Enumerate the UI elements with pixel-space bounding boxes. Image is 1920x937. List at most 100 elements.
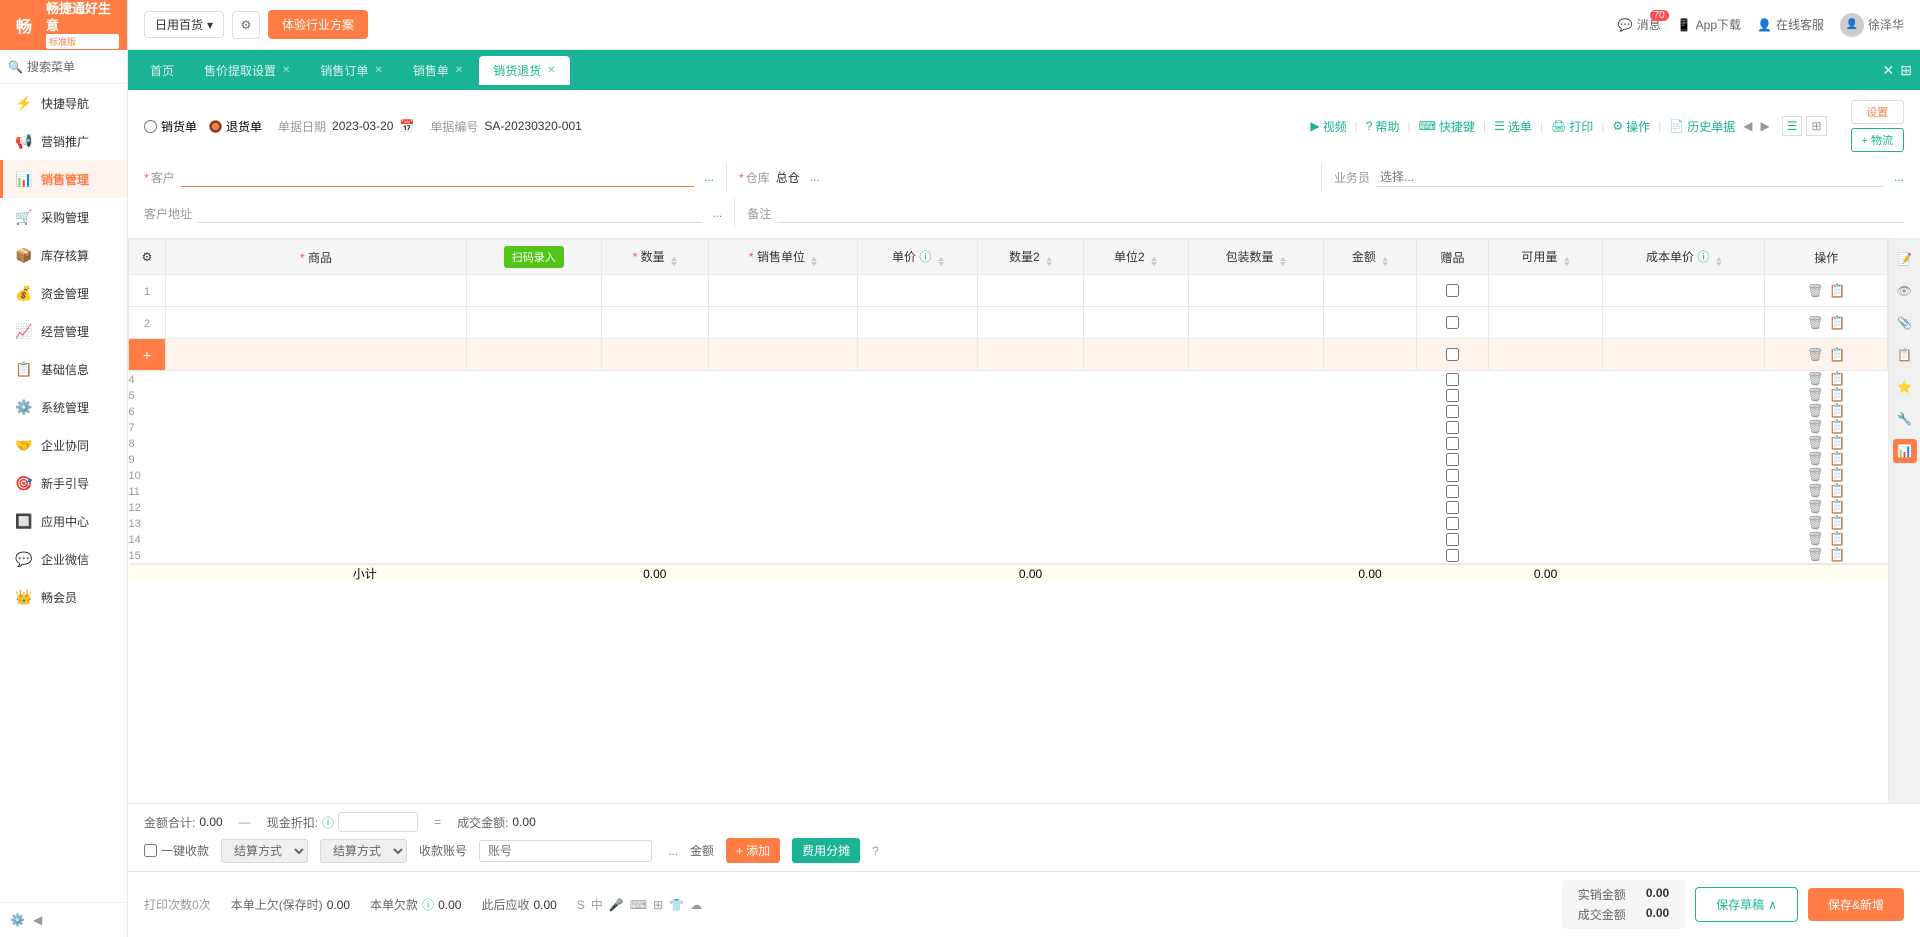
unit-price-sort[interactable]	[938, 257, 944, 266]
right-icon-4[interactable]: 📋	[1893, 343, 1917, 367]
unit2-cell[interactable]	[1083, 403, 1188, 419]
sales-unit-cell[interactable]	[708, 435, 857, 451]
copy-icon[interactable]: 📋	[1829, 387, 1845, 403]
copy-icon[interactable]: 📋	[1829, 347, 1845, 363]
warehouse-dots[interactable]: ...	[810, 170, 820, 184]
sales-unit-cell[interactable]	[708, 307, 857, 339]
add-button[interactable]: + 添加	[726, 838, 780, 863]
copy-icon[interactable]: 📋	[1829, 315, 1845, 331]
history-action[interactable]: 📄 历史单据	[1669, 118, 1735, 135]
delete-icon[interactable]: 🗑	[1807, 347, 1824, 363]
unit2-cell[interactable]	[1083, 547, 1188, 564]
pkg-qty-cell[interactable]	[1188, 531, 1323, 547]
salesperson-dots[interactable]: ...	[1894, 170, 1904, 184]
delete-icon[interactable]: 🗑	[1807, 467, 1824, 483]
view-mode-list[interactable]: ☰	[1782, 116, 1803, 136]
gift-cell[interactable]	[1417, 547, 1489, 564]
amount-cell[interactable]	[1323, 547, 1416, 564]
account-input[interactable]	[479, 840, 652, 862]
copy-icon[interactable]: 📋	[1829, 451, 1845, 467]
sidebar-item-wechat[interactable]: 💬 企业微信	[0, 540, 127, 578]
save-new-button[interactable]: 保存&新增	[1808, 888, 1904, 921]
pkg-qty-cell[interactable]	[1188, 483, 1323, 499]
qty2-cell[interactable]	[978, 515, 1083, 531]
available-cell[interactable]	[1488, 531, 1602, 547]
cost-price-cell[interactable]	[1603, 403, 1765, 419]
sidebar-item-basic-info[interactable]: 📋 基础信息	[0, 350, 127, 388]
gift-input-cell[interactable]	[1417, 339, 1489, 371]
available-cell[interactable]	[1488, 499, 1602, 515]
scan-button[interactable]: 扫码录入	[504, 246, 564, 268]
tab-sales-delivery[interactable]: 销售单 ✕	[399, 56, 477, 85]
account-dots[interactable]: ...	[668, 844, 678, 858]
product-cell[interactable]	[166, 515, 467, 531]
customer-dots[interactable]: ...	[704, 170, 714, 184]
copy-icon[interactable]: 📋	[1829, 419, 1845, 435]
gift-cell[interactable]	[1417, 371, 1489, 388]
quantity-cell[interactable]	[601, 451, 708, 467]
sales-unit-cell[interactable]	[708, 451, 857, 467]
available-cell[interactable]	[1488, 403, 1602, 419]
field2-info[interactable]: ⓘ	[422, 896, 434, 913]
pkg-qty-cell[interactable]	[1188, 275, 1323, 307]
amount-input-cell[interactable]	[1323, 339, 1416, 371]
fee-button[interactable]: 费用分摊	[792, 838, 860, 863]
pkg-qty-cell[interactable]	[1188, 387, 1323, 403]
gift-cell[interactable]	[1417, 307, 1489, 339]
amount-cell[interactable]	[1323, 451, 1416, 467]
copy-icon[interactable]: 📋	[1829, 283, 1845, 299]
product-cell[interactable]	[166, 531, 467, 547]
qty2-cell[interactable]	[978, 275, 1083, 307]
cost-price-cell[interactable]	[1603, 467, 1765, 483]
pkg-qty-cell[interactable]	[1188, 419, 1323, 435]
delete-icon[interactable]: 🗑	[1807, 451, 1824, 467]
sidebar-item-system[interactable]: ⚙️ 系统管理	[0, 388, 127, 426]
available-input-cell[interactable]	[1488, 339, 1602, 371]
copy-icon[interactable]: 📋	[1829, 435, 1845, 451]
shortcut-action[interactable]: ⌨ 快捷键	[1419, 118, 1475, 135]
cost-input-cell[interactable]	[1603, 339, 1765, 371]
app-download-button[interactable]: 📱 App下载	[1677, 16, 1741, 33]
available-cell[interactable]	[1488, 419, 1602, 435]
qty2-cell[interactable]	[978, 547, 1083, 564]
tab-sales-return-close[interactable]: ✕	[547, 65, 555, 76]
right-icon-3[interactable]: 📎	[1893, 311, 1917, 335]
unit-price-cell[interactable]	[858, 419, 978, 435]
quantity-cell[interactable]	[601, 531, 708, 547]
cost-price-cell[interactable]	[1603, 515, 1765, 531]
sales-unit-cell[interactable]	[708, 371, 857, 388]
qty-input-cell[interactable]	[601, 339, 708, 371]
cost-price-cell[interactable]	[1603, 547, 1765, 564]
account-select[interactable]: 结算方式	[320, 839, 407, 863]
amount-sort[interactable]	[1382, 257, 1388, 266]
gift-cell[interactable]	[1417, 499, 1489, 515]
col-gear[interactable]: ⚙	[129, 240, 166, 275]
available-cell[interactable]	[1488, 387, 1602, 403]
sidebar-item-quick-nav[interactable]: ⚡ 快捷导航	[0, 84, 127, 122]
gift-cell[interactable]	[1417, 531, 1489, 547]
tab-sales-delivery-close[interactable]: ✕	[455, 65, 463, 76]
date-value[interactable]: 2023-03-20	[332, 119, 393, 133]
delete-icon[interactable]: 🗑	[1807, 515, 1824, 531]
quantity-cell[interactable]	[601, 515, 708, 531]
quantity-cell[interactable]	[601, 307, 708, 339]
qty2-cell[interactable]	[978, 371, 1083, 388]
delete-icon[interactable]: 🗑	[1807, 387, 1824, 403]
tab-sales-return[interactable]: 销货退货 ✕	[479, 56, 569, 85]
unit2-sort[interactable]	[1151, 257, 1157, 266]
quantity-cell[interactable]	[601, 419, 708, 435]
quantity-cell[interactable]	[601, 547, 708, 564]
available-cell[interactable]	[1488, 515, 1602, 531]
right-icon-6[interactable]: 🔧	[1893, 407, 1917, 431]
pkg-qty-sort[interactable]	[1280, 257, 1286, 266]
amount-cell[interactable]	[1323, 403, 1416, 419]
online-service-button[interactable]: 👤 在线客服	[1757, 16, 1824, 33]
sales-unit-cell[interactable]	[708, 531, 857, 547]
right-icon-5[interactable]: ⭐	[1893, 375, 1917, 399]
save-draft-button[interactable]: 保存草稿 ∧	[1695, 887, 1798, 922]
qty2-cell[interactable]	[978, 307, 1083, 339]
copy-icon[interactable]: 📋	[1829, 515, 1845, 531]
sidebar-item-newbie[interactable]: 🎯 新手引导	[0, 464, 127, 502]
unit-price-cell[interactable]	[858, 451, 978, 467]
amount-cell[interactable]	[1323, 499, 1416, 515]
